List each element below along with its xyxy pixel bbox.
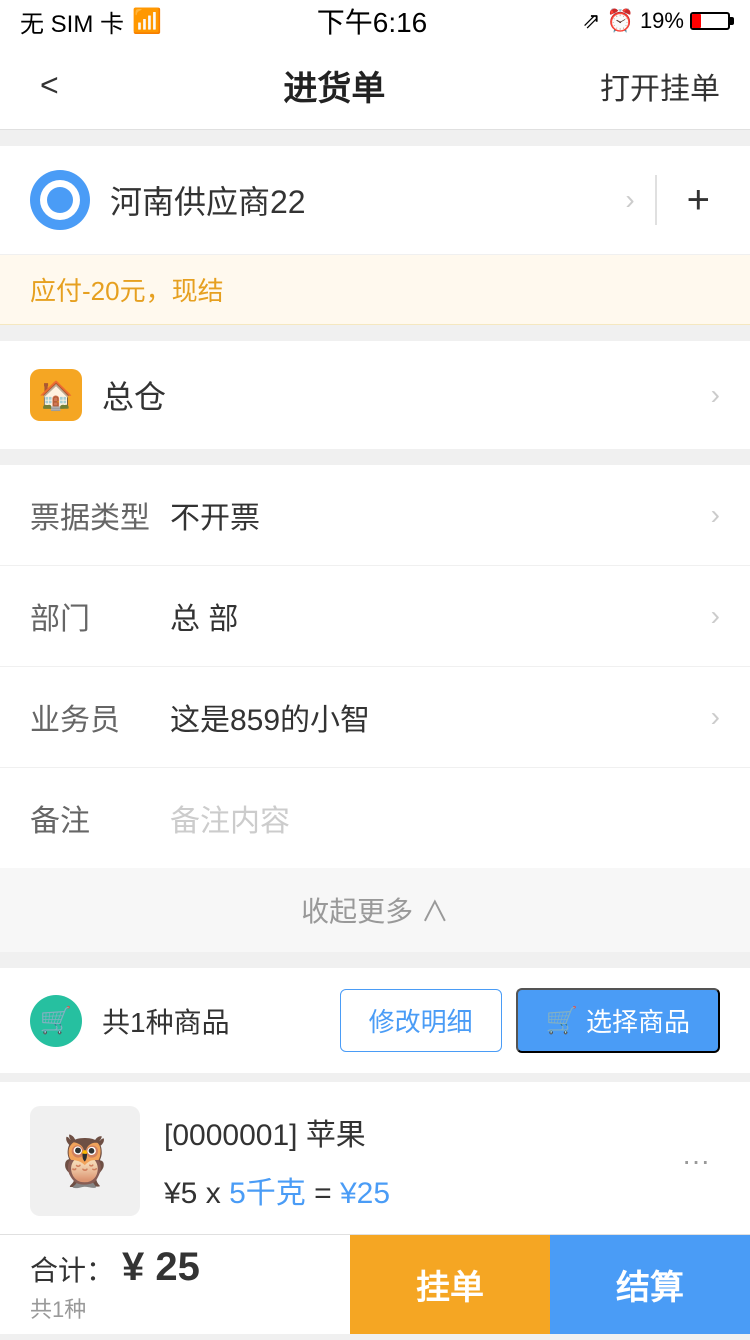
price-eq: =	[314, 1177, 340, 1210]
product-thumbnail: 🦉	[30, 1106, 140, 1216]
invoice-chevron-icon: ›	[711, 499, 720, 531]
supplier-divider	[655, 175, 657, 225]
select-product-button[interactable]: 🛒 选择商品	[516, 988, 720, 1053]
gap-2	[0, 325, 750, 341]
product-title: 苹果	[306, 1119, 366, 1152]
status-left: 无 SIM 卡 📶	[20, 4, 162, 39]
gap-4	[0, 952, 750, 968]
status-right: ⇗ ⏰ 19%	[582, 8, 730, 34]
supplier-name: 河南供应商22	[110, 177, 625, 223]
dept-label: 部门	[30, 594, 150, 638]
product-price: ¥5 x 5千克 = ¥25	[164, 1168, 672, 1212]
supplier-section: 河南供应商22 › + 应付-20元，现结	[0, 146, 750, 325]
remark-row[interactable]: 备注 备注内容	[0, 768, 750, 868]
carrier-text: 无 SIM 卡	[20, 4, 124, 39]
status-bar: 无 SIM 卡 📶 下午6:16 ⇗ ⏰ 19%	[0, 0, 750, 42]
total-main: 合计： ¥ 25	[30, 1245, 320, 1290]
price-x: x	[206, 1177, 229, 1210]
warehouse-icon: 🏠	[30, 369, 82, 421]
select-product-label: 选择商品	[586, 1002, 690, 1039]
cart-icon: 🛒	[40, 1005, 72, 1036]
products-count: 共1种商品	[102, 1001, 340, 1041]
page-title: 进货单	[283, 61, 385, 110]
dept-value: 总 部	[150, 594, 711, 638]
house-icon: 🏠	[39, 379, 74, 412]
total-section: 合计： ¥ 25 共1种	[0, 1245, 350, 1324]
invoice-value: 不开票	[150, 493, 711, 537]
alert-text: 应付-20元，现结	[30, 276, 224, 306]
hang-label: 挂单	[416, 1260, 484, 1309]
remark-label: 备注	[30, 796, 150, 840]
modify-detail-button[interactable]: 修改明细	[340, 989, 502, 1052]
product-code: [0000001]	[164, 1119, 297, 1152]
product-more-button[interactable]: ···	[672, 1145, 720, 1177]
products-icon: 🛒	[30, 995, 82, 1047]
collapse-label: 收起更多 ∧	[301, 896, 449, 927]
battery-icon	[690, 12, 730, 30]
product-name: [0000001] 苹果	[164, 1110, 672, 1154]
bottom-bar: 合计： ¥ 25 共1种 挂单 结算	[0, 1234, 750, 1334]
warehouse-row[interactable]: 🏠 总仓 ›	[0, 341, 750, 449]
product-qty: 5千克	[229, 1177, 306, 1210]
invoice-row[interactable]: 票据类型 不开票 ›	[0, 465, 750, 566]
total-amount: ¥ 25	[122, 1245, 200, 1290]
supplier-row[interactable]: 河南供应商22 › +	[0, 146, 750, 255]
select-cart-icon: 🛒	[546, 1005, 578, 1036]
products-header: 🛒 共1种商品 修改明细 🛒 选择商品	[0, 968, 750, 1074]
alarm-icon: ⏰	[607, 8, 634, 34]
status-time: 下午6:16	[317, 1, 428, 41]
product-info: [0000001] 苹果 ¥5 x 5千克 = ¥25	[164, 1110, 672, 1212]
avatar-inner	[40, 180, 80, 220]
products-section: 🛒 共1种商品 修改明细 🛒 选择商品	[0, 968, 750, 1074]
product-item: 🦉 [0000001] 苹果 ¥5 x 5千克 = ¥25 ···	[0, 1082, 750, 1240]
gap-1	[0, 130, 750, 146]
open-hang-button[interactable]: 打开挂单	[600, 64, 720, 108]
hang-button[interactable]: 挂单	[350, 1235, 550, 1334]
checkout-label: 结算	[616, 1260, 684, 1309]
sales-row[interactable]: 业务员 这是859的小智 ›	[0, 667, 750, 768]
collapse-row[interactable]: 收起更多 ∧	[0, 868, 750, 952]
warehouse-section: 🏠 总仓 ›	[0, 341, 750, 449]
checkout-button[interactable]: 结算	[550, 1235, 750, 1334]
owl-icon: 🦉	[54, 1132, 116, 1191]
supplier-chevron-icon: ›	[625, 184, 634, 216]
invoice-label: 票据类型	[30, 493, 150, 537]
sales-label: 业务员	[30, 695, 150, 739]
warehouse-name: 总仓	[102, 372, 711, 418]
warehouse-chevron-icon: ›	[711, 379, 720, 411]
gap-3	[0, 449, 750, 465]
total-label: 合计：	[30, 1249, 114, 1289]
add-supplier-button[interactable]: +	[677, 178, 720, 223]
price-unit: ¥5	[164, 1177, 197, 1210]
wifi-icon: 📶	[132, 7, 162, 36]
nav-bar: < 进货单 打开挂单	[0, 42, 750, 130]
location-icon: ⇗	[582, 8, 600, 34]
avatar-person-icon	[47, 187, 73, 213]
remark-placeholder: 备注内容	[150, 796, 720, 840]
dept-chevron-icon: ›	[711, 600, 720, 632]
alert-row: 应付-20元，现结	[0, 255, 750, 325]
back-button[interactable]: <	[30, 57, 69, 114]
form-section: 票据类型 不开票 › 部门 总 部 › 业务员 这是859的小智 › 备注 备注…	[0, 465, 750, 868]
sales-value: 这是859的小智	[150, 695, 711, 739]
sales-chevron-icon: ›	[711, 701, 720, 733]
product-total: ¥25	[340, 1177, 390, 1210]
dept-row[interactable]: 部门 总 部 ›	[0, 566, 750, 667]
total-sub: 共1种	[30, 1292, 320, 1324]
battery-percent: 19%	[640, 8, 684, 34]
supplier-avatar	[30, 170, 90, 230]
